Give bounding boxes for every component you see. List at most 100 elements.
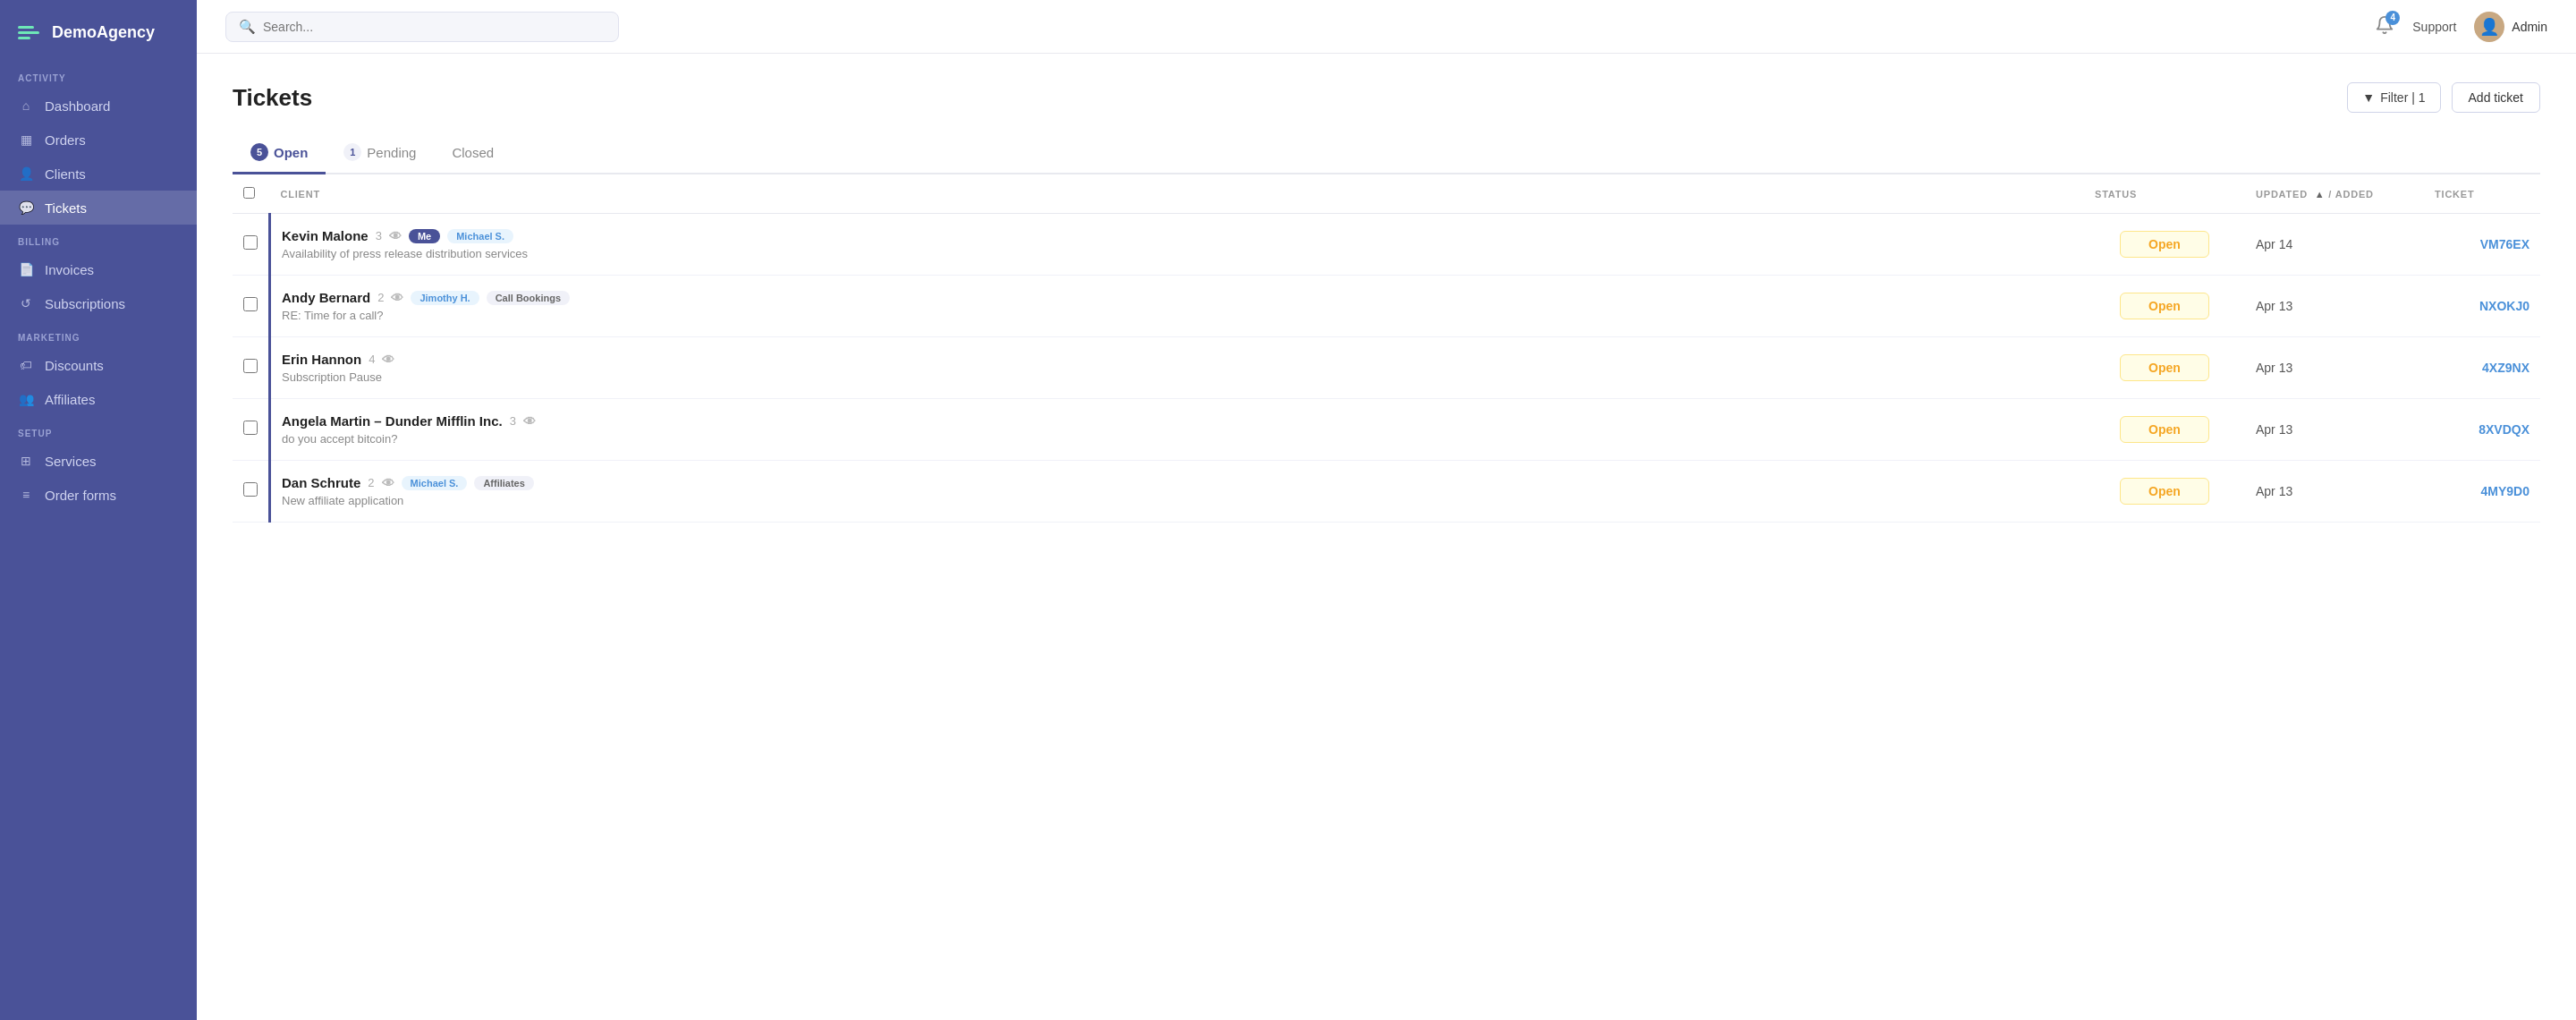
row-checkbox-2[interactable] (243, 359, 258, 373)
sidebar-item-subscriptions[interactable]: ↺Subscriptions (0, 286, 197, 320)
table-row: Erin Hannon4👁Subscription PauseOpenApr 1… (233, 337, 2540, 399)
topbar: 🔍 4 Support 👤 Admin (197, 0, 2576, 54)
app-name: DemoAgency (52, 23, 155, 42)
tab-label-open: Open (274, 145, 308, 160)
row-checkbox-cell-2 (233, 337, 270, 399)
box-icon: ▦ (18, 132, 34, 148)
row-checkbox-cell-4 (233, 461, 270, 523)
tab-badge-pending: 1 (343, 143, 361, 161)
row-updated-cell-3: Apr 13 (2245, 399, 2424, 461)
client-name-text-3: Angela Martin – Dunder Mifflin Inc. (282, 413, 503, 429)
sidebar-item-clients[interactable]: 👤Clients (0, 157, 197, 191)
row-checkbox-4[interactable] (243, 482, 258, 497)
sidebar-label-subscriptions: Subscriptions (45, 296, 125, 311)
eye-icon-0[interactable]: 👁 (389, 229, 402, 243)
row-checkbox-0[interactable] (243, 235, 258, 250)
notification-bell[interactable]: 4 (2375, 15, 2394, 38)
msg-count-2: 4 (369, 353, 375, 366)
page-header: Tickets ▼ Filter | 1 Add ticket (233, 82, 2540, 113)
status-badge-1: Open (2120, 293, 2209, 319)
logo-icon (18, 20, 43, 45)
status-badge-2: Open (2120, 354, 2209, 381)
row-ticket-cell-3: 8XVDQX (2424, 399, 2540, 461)
sidebar-item-affiliates[interactable]: 👥Affiliates (0, 382, 197, 416)
filter-button[interactable]: ▼ Filter | 1 (2347, 82, 2440, 113)
sidebar-item-order-forms[interactable]: ≡Order forms (0, 478, 197, 512)
col-status-header: STATUS (2084, 174, 2245, 214)
client-subject-0: Availability of press release distributi… (282, 247, 2073, 260)
sidebar-label-dashboard: Dashboard (45, 98, 110, 114)
msg-count-4: 2 (368, 476, 374, 489)
tag-person-0: Michael S. (447, 229, 513, 243)
client-subject-1: RE: Time for a call? (282, 309, 2073, 322)
eye-icon-3[interactable]: 👁 (523, 414, 536, 429)
row-checkbox-3[interactable] (243, 421, 258, 435)
tickets-table: CLIENT STATUS UPDATED ▲ / ADDED TICKET K… (233, 174, 2540, 523)
row-updated-cell-2: Apr 13 (2245, 337, 2424, 399)
client-name-text-0: Kevin Malone (282, 228, 369, 243)
table-body: Kevin Malone 3 👁 Me Michael S. Availability o… (233, 214, 2540, 523)
admin-menu[interactable]: 👤 Admin (2474, 12, 2547, 42)
row-checkbox-1[interactable] (243, 297, 258, 311)
ticket-link-1[interactable]: NXOKJ0 (2479, 299, 2529, 313)
sidebar-item-orders[interactable]: ▦Orders (0, 123, 197, 157)
content-area: Tickets ▼ Filter | 1 Add ticket 5Open 1 Pe… (197, 54, 2576, 1020)
ticket-link-3[interactable]: 8XVDQX (2479, 422, 2529, 437)
status-badge-4: Open (2120, 478, 2209, 505)
search-input[interactable] (263, 20, 606, 34)
tag-me-0: Me (409, 229, 440, 243)
sidebar-item-dashboard[interactable]: ⌂Dashboard (0, 89, 197, 123)
filter-icon: ▼ (2362, 90, 2375, 105)
search-box[interactable]: 🔍 (225, 12, 619, 42)
add-ticket-button[interactable]: Add ticket (2452, 82, 2540, 113)
col-client-header: CLIENT (270, 174, 2085, 214)
tab-closed[interactable]: Closed (434, 134, 512, 174)
tag-person-4: Michael S. (402, 476, 468, 490)
client-subject-4: New affiliate application (282, 494, 2073, 507)
msg-count-1: 2 (377, 291, 384, 304)
table-row: Dan Schrute2👁Michael S.AffiliatesNew aff… (233, 461, 2540, 523)
row-client-cell-1: Andy Bernard2👁Jimothy H.Call BookingsRE:… (270, 276, 2085, 337)
sidebar-section-setup: SETUP (0, 416, 197, 444)
col-ticket-header: TICKET (2424, 174, 2540, 214)
chat-icon: 💬 (18, 200, 34, 216)
client-name-1: Andy Bernard2👁Jimothy H.Call Bookings (282, 290, 2073, 305)
client-subject-2: Subscription Pause (282, 370, 2073, 384)
table-row: Andy Bernard2👁Jimothy H.Call BookingsRE:… (233, 276, 2540, 337)
support-link[interactable]: Support (2412, 20, 2456, 34)
row-status-cell-2: Open (2084, 337, 2245, 399)
updated-date-2: Apr 13 (2256, 361, 2292, 375)
row-updated-cell-1: Apr 13 (2245, 276, 2424, 337)
ticket-link-2[interactable]: 4XZ9NX (2482, 361, 2529, 375)
sidebar-label-tickets: Tickets (45, 200, 87, 216)
sidebar-item-tickets[interactable]: 💬 Tickets (0, 191, 197, 225)
header-actions: ▼ Filter | 1 Add ticket (2347, 82, 2540, 113)
ticket-link-4[interactable]: 4MY9D0 (2481, 484, 2529, 498)
tab-pending[interactable]: 1 Pending (326, 134, 434, 174)
sidebar-label-affiliates: Affiliates (45, 392, 95, 407)
topbar-right: 4 Support 👤 Admin (2375, 12, 2547, 42)
sidebar-item-invoices[interactable]: 📄Invoices (0, 252, 197, 286)
eye-icon-1[interactable]: 👁 (391, 291, 403, 305)
status-badge-3: Open (2120, 416, 2209, 443)
row-ticket-cell-1: NXOKJ0 (2424, 276, 2540, 337)
eye-icon-2[interactable]: 👁 (382, 353, 394, 367)
sidebar-label-clients: Clients (45, 166, 86, 182)
updated-date-1: Apr 13 (2256, 299, 2292, 313)
sidebar-item-discounts[interactable]: 🏷Discounts (0, 348, 197, 382)
eye-icon-4[interactable]: 👁 (382, 476, 394, 490)
updated-date-4: Apr 13 (2256, 484, 2292, 498)
select-all-checkbox[interactable] (243, 187, 255, 199)
tab-open[interactable]: 5Open (233, 134, 326, 174)
msg-count-0: 3 (376, 229, 382, 242)
tab-label-pending: Pending (367, 145, 416, 160)
row-status-cell-1: Open (2084, 276, 2245, 337)
sidebar-section-marketing: MARKETING (0, 320, 197, 348)
notification-count: 4 (2385, 11, 2400, 25)
ticket-link-0[interactable]: VM76EX (2480, 237, 2529, 251)
sidebar-item-services[interactable]: ⊞Services (0, 444, 197, 478)
filter-label: Filter | 1 (2380, 90, 2425, 105)
sidebar-section-activity: ACTIVITY (0, 61, 197, 89)
col-updated-header[interactable]: UPDATED ▲ / ADDED (2245, 174, 2424, 214)
list-icon: ≡ (18, 487, 34, 503)
